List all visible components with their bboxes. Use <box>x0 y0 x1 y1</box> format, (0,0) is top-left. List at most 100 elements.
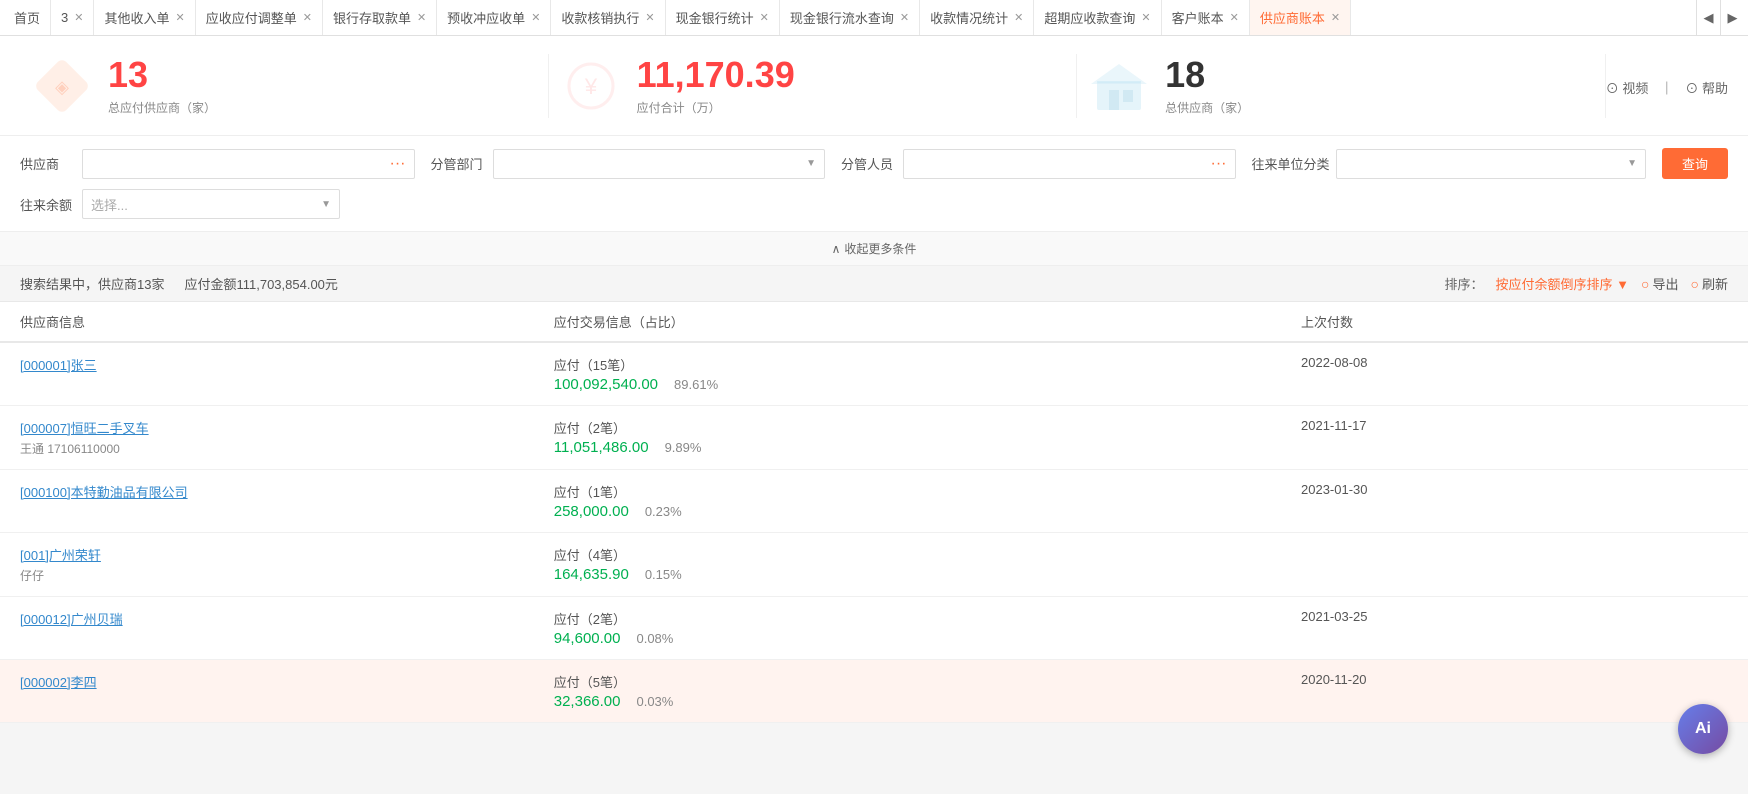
tab-adjustment-label: 应收应付调整单 <box>206 8 297 27</box>
col-header-last-payment: 上次付数 <box>1301 312 1728 331</box>
tab-bank-close[interactable]: ✕ <box>417 11 426 24</box>
tab-receipt-stat-close[interactable]: ✕ <box>1014 11 1023 24</box>
card2-label: 应付合计（万） <box>637 99 795 116</box>
tab-prepay[interactable]: 预收冲应收单 ✕ <box>437 0 551 36</box>
dept-select[interactable]: ▼ <box>493 149 826 179</box>
filter-category: 往来单位分类 ▼ <box>1252 149 1647 179</box>
balance-label: 往来余额 <box>20 195 76 214</box>
balance-select[interactable]: 选择... ▼ <box>82 189 340 219</box>
transaction-amount-6[interactable]: 32,366.00 <box>554 693 621 710</box>
card3-info: 18 总供应商（家） <box>1165 55 1249 116</box>
sort-select[interactable]: 按应付余额倒序排序 ▼ <box>1496 274 1630 293</box>
dept-arrow-icon: ▼ <box>806 158 816 169</box>
tab-supplier-book-close[interactable]: ✕ <box>1331 11 1340 24</box>
transaction-info-4: 应付（4笔） 164,635.90 0.15% <box>554 545 1301 583</box>
tab-prepay-close[interactable]: ✕ <box>531 11 540 24</box>
dept-label: 分管部门 <box>431 154 487 173</box>
supplier-link-5[interactable]: [000012]广州贝瑞 <box>20 609 554 628</box>
supplier-link-6[interactable]: [000002]李四 <box>20 672 554 691</box>
ai-button[interactable]: Ai <box>1678 704 1728 754</box>
supplier-link-3[interactable]: [000100]本特勤油品有限公司 <box>20 482 554 501</box>
card3-number: 18 <box>1165 55 1249 95</box>
transaction-row-6: 32,366.00 0.03% <box>554 693 1301 710</box>
export-button[interactable]: ○ 导出 <box>1641 274 1678 293</box>
transaction-percent-1: 89.61% <box>674 377 718 392</box>
tab-3-label: 3 <box>61 10 68 25</box>
summary-card-payable-suppliers: ◈ 13 总应付供应商（家） <box>20 54 549 118</box>
tab-prepay-label: 预收冲应收单 <box>447 8 525 27</box>
transaction-amount-2[interactable]: 11,051,486.00 <box>554 439 649 456</box>
supplier-link-2[interactable]: [000007]恒旺二手叉车 <box>20 418 554 437</box>
filter-person: 分管人员 ··· <box>841 149 1236 179</box>
tab-receipt-stat-label: 收款情况统计 <box>930 8 1008 27</box>
transaction-amount-1[interactable]: 100,092,540.00 <box>554 376 658 393</box>
transaction-info-3: 应付（1笔） 258,000.00 0.23% <box>554 482 1301 520</box>
transaction-detail-6: 应付（5笔） 32,366.00 0.03% <box>554 672 1301 710</box>
tab-receipt-stat[interactable]: 收款情况统计 ✕ <box>920 0 1034 36</box>
category-arrow-icon: ▼ <box>1627 158 1637 169</box>
tab-bank[interactable]: 银行存取款单 ✕ <box>323 0 437 36</box>
sort-value: 按应付余额倒序排序 <box>1496 277 1613 292</box>
last-payment-date-3: 2023-01-30 <box>1301 478 1368 497</box>
tab-other-income-close[interactable]: ✕ <box>175 11 184 24</box>
transaction-row-1: 100,092,540.00 89.61% <box>554 376 1301 393</box>
sort-arrow-icon: ▼ <box>1616 277 1629 292</box>
transaction-amount-3[interactable]: 258,000.00 <box>554 503 629 520</box>
supplier-input[interactable]: ··· <box>82 149 415 179</box>
tab-other-income-label: 其他收入单 <box>104 8 169 27</box>
transaction-label-4: 应付（4笔） <box>554 545 1301 564</box>
tab-3[interactable]: 3 ✕ <box>51 0 94 36</box>
transaction-detail-1: 应付（15笔） 100,092,540.00 89.61% <box>554 355 1301 393</box>
tab-cash-stat[interactable]: 现金银行统计 ✕ <box>666 0 780 36</box>
supplier-info-6: [000002]李四 <box>20 672 554 691</box>
tab-adjustment-close[interactable]: ✕ <box>303 11 312 24</box>
help-link[interactable]: ⊙ 帮助 <box>1685 78 1728 97</box>
last-payment-date-5: 2021-03-25 <box>1301 605 1368 624</box>
transaction-label-3: 应付（1笔） <box>554 482 1301 501</box>
category-select[interactable]: ▼ <box>1336 149 1646 179</box>
video-link[interactable]: ⊙ 视频 <box>1606 78 1649 97</box>
search-button[interactable]: 查询 <box>1662 148 1728 179</box>
tab-verify[interactable]: 收款核销执行 ✕ <box>551 0 665 36</box>
supplier-label: 供应商 <box>20 154 76 173</box>
tab-other-income[interactable]: 其他收入单 ✕ <box>94 0 195 36</box>
category-label: 往来单位分类 <box>1252 154 1330 173</box>
supplier-info-2: [000007]恒旺二手叉车 王通 17106110000 <box>20 418 554 457</box>
coin-icon: ¥ <box>559 54 623 118</box>
supplier-link-1[interactable]: [000001]张三 <box>20 355 554 374</box>
tab-cash-stat-close[interactable]: ✕ <box>760 11 769 24</box>
transaction-amount-5[interactable]: 94,600.00 <box>554 630 621 647</box>
tab-cash-stat-label: 现金银行统计 <box>676 8 754 27</box>
tab-overdue-close[interactable]: ✕ <box>1141 11 1150 24</box>
nav-arrow-right[interactable]: ▶ <box>1720 0 1744 36</box>
transaction-percent-4: 0.15% <box>645 567 682 582</box>
tab-home[interactable]: 首页 <box>4 0 51 36</box>
transaction-label-2: 应付（2笔） <box>554 418 1301 437</box>
refresh-button[interactable]: ○ 刷新 <box>1691 274 1728 293</box>
table-row: [001]广州荣轩 仔仔 应付（4笔） 164,635.90 0.15% <box>0 533 1748 597</box>
ai-label: Ai <box>1695 720 1711 738</box>
supplier-link-4[interactable]: [001]广州荣轩 <box>20 545 554 564</box>
supplier-text-input[interactable] <box>91 156 390 171</box>
nav-arrow-left[interactable]: ◀ <box>1696 0 1720 36</box>
person-text-input[interactable] <box>912 156 1211 171</box>
transaction-label-1: 应付（15笔） <box>554 355 1301 374</box>
tab-supplier-book[interactable]: 供应商账本 ✕ <box>1250 0 1351 36</box>
tab-overdue[interactable]: 超期应收款查询 ✕ <box>1034 0 1161 36</box>
tab-adjustment[interactable]: 应收应付调整单 ✕ <box>196 0 323 36</box>
tab-cash-flow[interactable]: 现金银行流水查询 ✕ <box>780 0 920 36</box>
tab-cash-flow-close[interactable]: ✕ <box>900 11 909 24</box>
transaction-amount-4[interactable]: 164,635.90 <box>554 566 629 583</box>
supplier-dots-icon: ··· <box>390 155 406 173</box>
tab-3-close[interactable]: ✕ <box>74 11 83 24</box>
balance-value: 选择... <box>91 195 128 214</box>
tab-verify-close[interactable]: ✕ <box>645 11 654 24</box>
person-input[interactable]: ··· <box>903 149 1236 179</box>
collapse-button[interactable]: ∧ 收起更多条件 <box>820 238 929 259</box>
results-bar: 搜索结果中，供应商13家 应付金额111,703,854.00元 排序： 按应付… <box>0 266 1748 302</box>
tab-customer-book[interactable]: 客户账本 ✕ <box>1162 0 1250 36</box>
transaction-percent-2: 9.89% <box>665 440 702 455</box>
collapse-bar: ∧ 收起更多条件 <box>0 232 1748 266</box>
tab-customer-book-close[interactable]: ✕ <box>1230 11 1239 24</box>
transaction-percent-5: 0.08% <box>636 631 673 646</box>
